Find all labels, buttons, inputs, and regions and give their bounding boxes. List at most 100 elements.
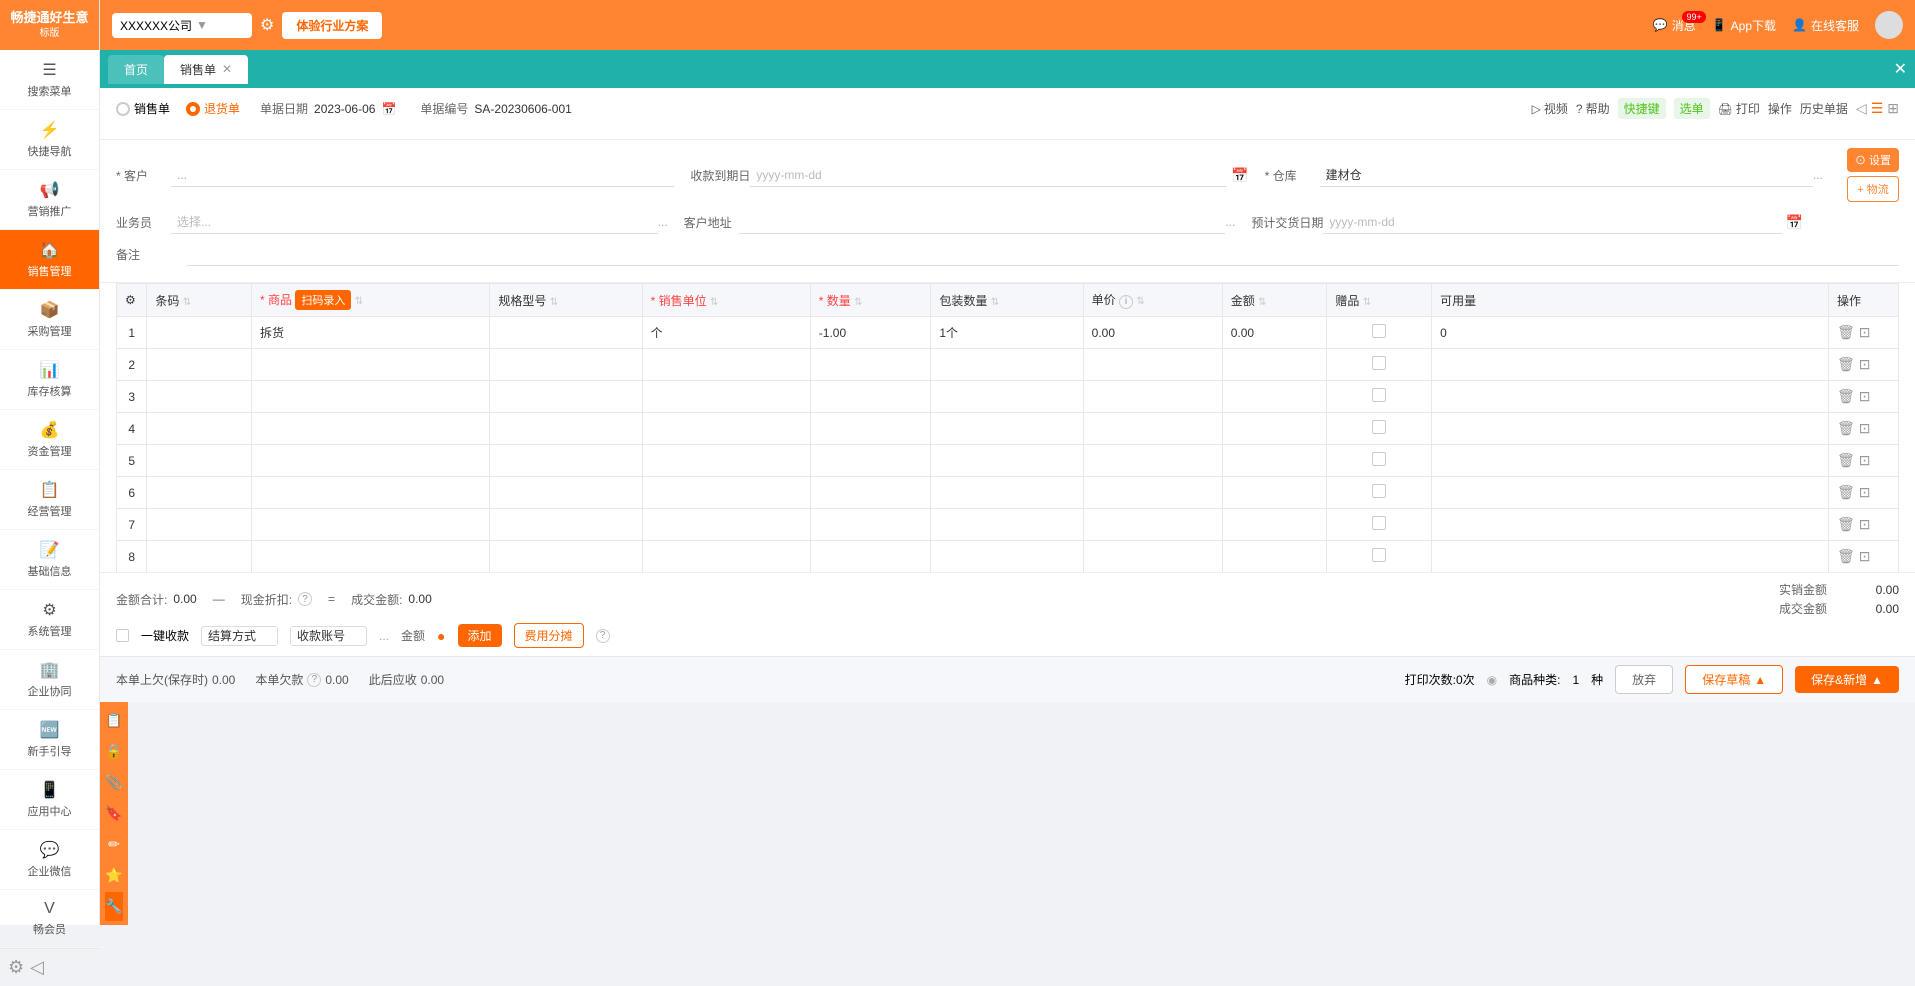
action-select[interactable]: 选单 [1674,98,1710,119]
row-unit-price-6[interactable] [1083,477,1222,509]
list-view-icon[interactable]: ☰ [1871,100,1884,117]
row-copy-icon-2[interactable]: ⊡ [1859,356,1871,373]
sidebar-collapse-icon[interactable]: ◁ [30,957,44,978]
th-gear[interactable]: ⚙ [117,284,147,317]
account-dots[interactable]: ... [379,629,389,643]
price-sort-icon[interactable]: ⇅ [1136,296,1144,307]
row-product-8[interactable] [252,541,490,573]
prev-view-icon[interactable]: ◁ [1856,100,1867,117]
right-panel-icon-1[interactable]: 🔒 [105,737,122,766]
message-button[interactable]: 💬 消息 99+ [1653,17,1696,34]
discount-info-icon[interactable]: ? [298,592,312,606]
row-gift-2[interactable] [1327,349,1432,381]
right-panel-icon-6[interactable]: 🔧 [105,892,122,921]
row-product-2[interactable] [252,349,490,381]
pack-sort-icon[interactable]: ⇅ [991,297,999,308]
payment-help-icon[interactable]: ? [596,629,610,643]
sidebar-settings-icon[interactable]: ⚙ [8,957,24,978]
row-amount-6[interactable] [1222,477,1327,509]
row-pack-qty-3[interactable] [931,381,1083,413]
logistics-button[interactable]: + 物流 [1847,176,1899,202]
row-copy-icon-1[interactable]: ⊡ [1859,324,1871,341]
scan-button[interactable]: 扫码录入 [295,290,351,310]
radio-return[interactable]: 退货单 [186,100,240,117]
sidebar-item-basic[interactable]: 📝基础信息 [0,530,99,590]
account-select[interactable]: 收款账号 [290,626,367,646]
barcode-sort-icon[interactable]: ⇅ [183,297,191,308]
row-amount-1[interactable]: 0.00 [1222,317,1327,349]
row-delete-icon-5[interactable]: 🗑 [1837,452,1855,469]
row-delete-icon-4[interactable]: 🗑 [1837,420,1855,437]
unit-sort-icon[interactable]: ⇅ [710,297,718,308]
row-unit-price-4[interactable] [1083,413,1222,445]
row-unit-price-1[interactable]: 0.00 [1083,317,1222,349]
row-spec-2[interactable] [490,349,642,381]
row-pack-qty-6[interactable] [931,477,1083,509]
expected-delivery-input[interactable]: yyyy-mm-dd [1323,210,1781,234]
sidebar-item-operation[interactable]: 📋经营管理 [0,470,99,530]
salesperson-dots[interactable]: ... [658,215,668,229]
row-product-3[interactable] [252,381,490,413]
row-unit-7[interactable] [642,509,810,541]
sidebar-item-marketing[interactable]: 📢营销推广 [0,170,99,230]
right-panel-icon-3[interactable]: 🔖 [105,799,122,828]
row-gift-6[interactable] [1327,477,1432,509]
row-copy-icon-8[interactable]: ⊡ [1859,548,1871,565]
row-copy-icon-5[interactable]: ⊡ [1859,452,1871,469]
row-unit-6[interactable] [642,477,810,509]
row-unit-price-5[interactable] [1083,445,1222,477]
sidebar-item-shortcut[interactable]: ⚡快捷导航 [0,110,99,170]
row-copy-icon-4[interactable]: ⊡ [1859,420,1871,437]
row-gift-7[interactable] [1327,509,1432,541]
action-history[interactable]: 历史单据 [1800,100,1848,117]
action-help[interactable]: ? 帮助 [1576,100,1610,117]
row-spec-8[interactable] [490,541,642,573]
trial-button[interactable]: 体验行业方案 [282,12,382,39]
row-delete-icon-3[interactable]: 🗑 [1837,388,1855,405]
row-barcode-5[interactable] [147,445,252,477]
salesperson-input[interactable]: 选择... [171,210,658,234]
right-panel-icon-5[interactable]: ⭐ [105,861,122,890]
payment-due-input[interactable]: yyyy-mm-dd [750,163,1227,187]
row-qty-2[interactable] [810,349,931,381]
product-sort-icon[interactable]: ⇅ [355,296,363,307]
row-barcode-1[interactable] [147,317,252,349]
row-unit-2[interactable] [642,349,810,381]
row-gift-3[interactable] [1327,381,1432,413]
sidebar-item-member[interactable]: V畅会员 [0,890,99,948]
row-product-4[interactable] [252,413,490,445]
row-qty-6[interactable] [810,477,931,509]
spec-sort-icon[interactable]: ⇅ [550,297,558,308]
delivery-calendar-icon[interactable]: 📅 [1786,214,1803,231]
row-amount-7[interactable] [1222,509,1327,541]
row-qty-5[interactable] [810,445,931,477]
gift-sort-icon[interactable]: ⇅ [1363,297,1371,308]
row-delete-icon-7[interactable]: 🗑 [1837,516,1855,533]
row-qty-4[interactable] [810,413,931,445]
right-panel-icon-4[interactable]: ✏ [108,830,120,859]
row-unit-5[interactable] [642,445,810,477]
row-delete-icon-8[interactable]: 🗑 [1837,548,1855,565]
row-unit-price-8[interactable] [1083,541,1222,573]
row-amount-8[interactable] [1222,541,1327,573]
action-shortcut[interactable]: 快捷键 [1618,98,1666,119]
row-unit-4[interactable] [642,413,810,445]
tab-sales-order[interactable]: 销售单 ✕ [164,55,248,84]
payment-due-calendar-icon[interactable]: 📅 [1231,167,1248,184]
row-qty-3[interactable] [810,381,931,413]
draft-button[interactable]: 保存草稿 ▲ [1685,665,1783,694]
row-unit-price-7[interactable] [1083,509,1222,541]
sidebar-item-sales[interactable]: 🏠销售管理 [0,230,99,290]
row-barcode-7[interactable] [147,509,252,541]
row-pack-qty-7[interactable] [931,509,1083,541]
row-barcode-8[interactable] [147,541,252,573]
sidebar-item-search[interactable]: ☰搜索菜单 [0,50,99,110]
row-copy-icon-3[interactable]: ⊡ [1859,388,1871,405]
row-barcode-2[interactable] [147,349,252,381]
row-spec-1[interactable] [490,317,642,349]
row-spec-7[interactable] [490,509,642,541]
row-amount-5[interactable] [1222,445,1327,477]
row-delete-icon-1[interactable]: 🗑 [1837,324,1855,341]
expense-button[interactable]: 费用分摊 [514,623,584,648]
row-product-6[interactable] [252,477,490,509]
